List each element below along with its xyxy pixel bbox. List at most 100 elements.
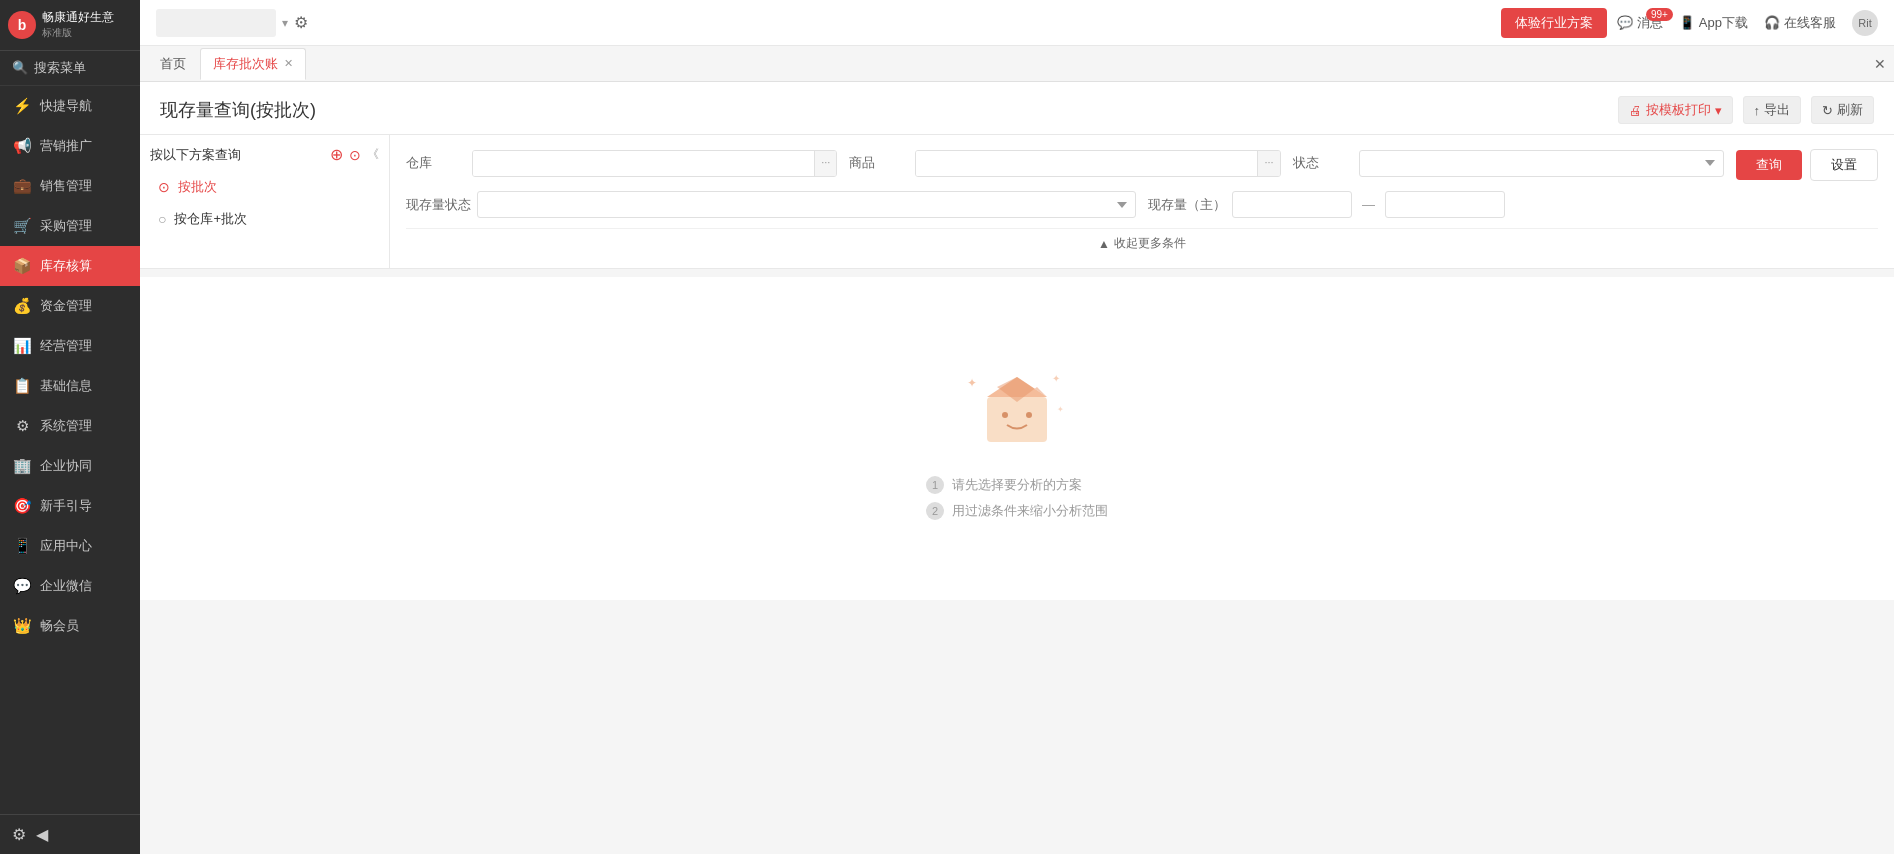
collapse-icon[interactable]: ◀ (36, 825, 48, 844)
filter-row-1: 仓库 ··· 商品 ··· 状态 (406, 145, 1878, 181)
tab-home-label: 首页 (160, 55, 186, 73)
app-download-btn[interactable]: 📱 App下载 (1679, 14, 1748, 32)
online-service-label: 在线客服 (1784, 14, 1836, 32)
messages-btn[interactable]: 💬 消息 99+ (1617, 14, 1663, 32)
empty-state: ✦ ✦ ✦ 1 请先选择要分析的方案 2 用过滤条件来缩小分析范围 (140, 277, 1894, 600)
nav-label-apps: 应用中心 (40, 537, 92, 555)
logo-char: b (18, 17, 27, 33)
app-version: 标准版 (42, 26, 114, 40)
print-chevron-icon: ▾ (1715, 103, 1722, 118)
nav-label-enterprise: 企业协同 (40, 457, 92, 475)
sidebar-item-quick-nav[interactable]: ⚡ 快捷导航 (0, 86, 140, 126)
page-title: 现存量查询(按批次) (160, 98, 316, 122)
sidebar: b 畅康通好生意 标准版 🔍 搜索菜单 ⚡ 快捷导航 📢 营销推广 💼 销售管理… (0, 0, 140, 854)
nav-icon-finance: 💰 (12, 297, 32, 315)
sidebar-item-vip[interactable]: 👑 畅会员 (0, 606, 140, 646)
stock-status-select[interactable] (477, 191, 1136, 218)
product-label: 商品 (849, 154, 909, 172)
svg-point-3 (1002, 412, 1008, 418)
tip-num-1: 1 (926, 476, 944, 494)
sidebar-search-label: 搜索菜单 (34, 59, 86, 77)
product-field: 商品 ··· (849, 150, 1280, 177)
tip-text-1: 请先选择要分析的方案 (952, 476, 1082, 494)
settings-icon[interactable]: ⚙ (12, 825, 26, 844)
nav-icon-marketing: 📢 (12, 137, 32, 155)
scheme-add-btn[interactable]: ⊕ (330, 145, 343, 164)
empty-tip-2: 2 用过滤条件来缩小分析范围 (926, 502, 1108, 520)
sidebar-item-newbie[interactable]: 🎯 新手引导 (0, 486, 140, 526)
export-btn[interactable]: ↑ 导出 (1743, 96, 1802, 124)
warehouse-ellipsis-btn[interactable]: ··· (814, 151, 836, 176)
product-input[interactable] (916, 151, 1257, 176)
stock-quantity-min[interactable] (1232, 191, 1352, 218)
filter-settings-btn[interactable]: 设置 (1810, 149, 1878, 181)
stock-quantity-max[interactable] (1385, 191, 1505, 218)
sidebar-item-basic[interactable]: 📋 基础信息 (0, 366, 140, 406)
scheme-settings-icon[interactable]: ⊙ (349, 147, 361, 163)
stock-status-label: 现存量状态 (406, 196, 471, 214)
scheme-item-by-batch[interactable]: ⊙ 按批次 (150, 172, 379, 202)
refresh-btn[interactable]: ↻ 刷新 (1811, 96, 1874, 124)
nav-label-system: 系统管理 (40, 417, 92, 435)
scheme-panel-title: 按以下方案查询 (150, 146, 241, 164)
scheme-collapse-icon[interactable]: 《 (367, 146, 379, 163)
scheme-item-icon-2: ○ (158, 211, 166, 227)
sidebar-footer: ⚙ ◀ (0, 814, 140, 854)
breadcrumb-chevron-icon[interactable]: ▾ (282, 16, 288, 30)
tab-close-icon[interactable]: ✕ (284, 57, 293, 70)
scheme-panel-actions: ⊕ ⊙ 《 (330, 145, 379, 164)
product-ellipsis-btn[interactable]: ··· (1257, 151, 1279, 176)
tip-num-2: 2 (926, 502, 944, 520)
nav-icon-sales: 💼 (12, 177, 32, 195)
nav-icon-enterprise: 🏢 (12, 457, 32, 475)
status-select[interactable] (1359, 150, 1724, 177)
warehouse-input-wrapper: ··· (472, 150, 837, 177)
user-btn[interactable]: Rit (1852, 10, 1878, 36)
sidebar-item-purchase[interactable]: 🛒 采购管理 (0, 206, 140, 246)
tab-batch-account[interactable]: 库存批次账 ✕ (200, 48, 306, 80)
collapse-more-btn[interactable]: ▲ 收起更多条件 (406, 228, 1878, 258)
nav-label-sales: 销售管理 (40, 177, 92, 195)
tab-batch-account-label: 库存批次账 (213, 55, 278, 73)
empty-illustration: ✦ ✦ ✦ (957, 357, 1077, 460)
sidebar-item-apps[interactable]: 📱 应用中心 (0, 526, 140, 566)
print-label: 按模板打印 (1646, 101, 1711, 119)
page-content: 现存量查询(按批次) 🖨 按模板打印 ▾ ↑ 导出 ↻ 刷新 (140, 82, 1894, 854)
nav-icon-purchase: 🛒 (12, 217, 32, 235)
nav-icon-operations: 📊 (12, 337, 32, 355)
sidebar-item-marketing[interactable]: 📢 营销推广 (0, 126, 140, 166)
sidebar-item-finance[interactable]: 💰 资金管理 (0, 286, 140, 326)
sidebar-item-wechat[interactable]: 💬 企业微信 (0, 566, 140, 606)
nav-label-basic: 基础信息 (40, 377, 92, 395)
tab-home[interactable]: 首页 (148, 48, 198, 80)
query-btn[interactable]: 查询 (1736, 150, 1802, 180)
stock-status-field: 现存量状态 (406, 191, 1136, 218)
filter-area: 按以下方案查询 ⊕ ⊙ 《 ⊙ 按批次 ○ 按仓库+批次 (140, 135, 1894, 269)
sidebar-search[interactable]: 🔍 搜索菜单 (0, 51, 140, 86)
sidebar-item-system[interactable]: ⚙ 系统管理 (0, 406, 140, 446)
topbar-settings-icon[interactable]: ⚙ (294, 13, 308, 32)
refresh-icon: ↻ (1822, 103, 1833, 118)
nav-icon-quick-nav: ⚡ (12, 97, 32, 115)
topbar-right: 💬 消息 99+ 📱 App下载 🎧 在线客服 Rit (1617, 10, 1878, 36)
online-service-btn[interactable]: 🎧 在线客服 (1764, 14, 1836, 32)
nav-icon-basic: 📋 (12, 377, 32, 395)
svg-point-4 (1026, 412, 1032, 418)
scheme-item-by-warehouse-batch[interactable]: ○ 按仓库+批次 (150, 204, 379, 234)
breadcrumb-input[interactable] (156, 9, 276, 37)
sidebar-item-enterprise[interactable]: 🏢 企业协同 (0, 446, 140, 486)
sidebar-item-operations[interactable]: 📊 经营管理 (0, 326, 140, 366)
warehouse-input[interactable] (473, 151, 814, 176)
nav-icon-apps: 📱 (12, 537, 32, 555)
scheme-item-icon: ⊙ (158, 179, 170, 195)
empty-svg: ✦ ✦ ✦ (957, 357, 1077, 457)
trial-btn[interactable]: 体验行业方案 (1501, 8, 1607, 38)
sidebar-item-sales[interactable]: 💼 销售管理 (0, 166, 140, 206)
stock-quantity-dash: — (1358, 197, 1379, 212)
tabs-bar-close-icon[interactable]: ✕ (1874, 56, 1886, 72)
nav-icon-newbie: 🎯 (12, 497, 32, 515)
nav-label-inventory: 库存核算 (40, 257, 92, 275)
sidebar-item-inventory[interactable]: 📦 库存核算 (0, 246, 140, 286)
page-header: 现存量查询(按批次) 🖨 按模板打印 ▾ ↑ 导出 ↻ 刷新 (140, 82, 1894, 135)
print-btn[interactable]: 🖨 按模板打印 ▾ (1618, 96, 1733, 124)
